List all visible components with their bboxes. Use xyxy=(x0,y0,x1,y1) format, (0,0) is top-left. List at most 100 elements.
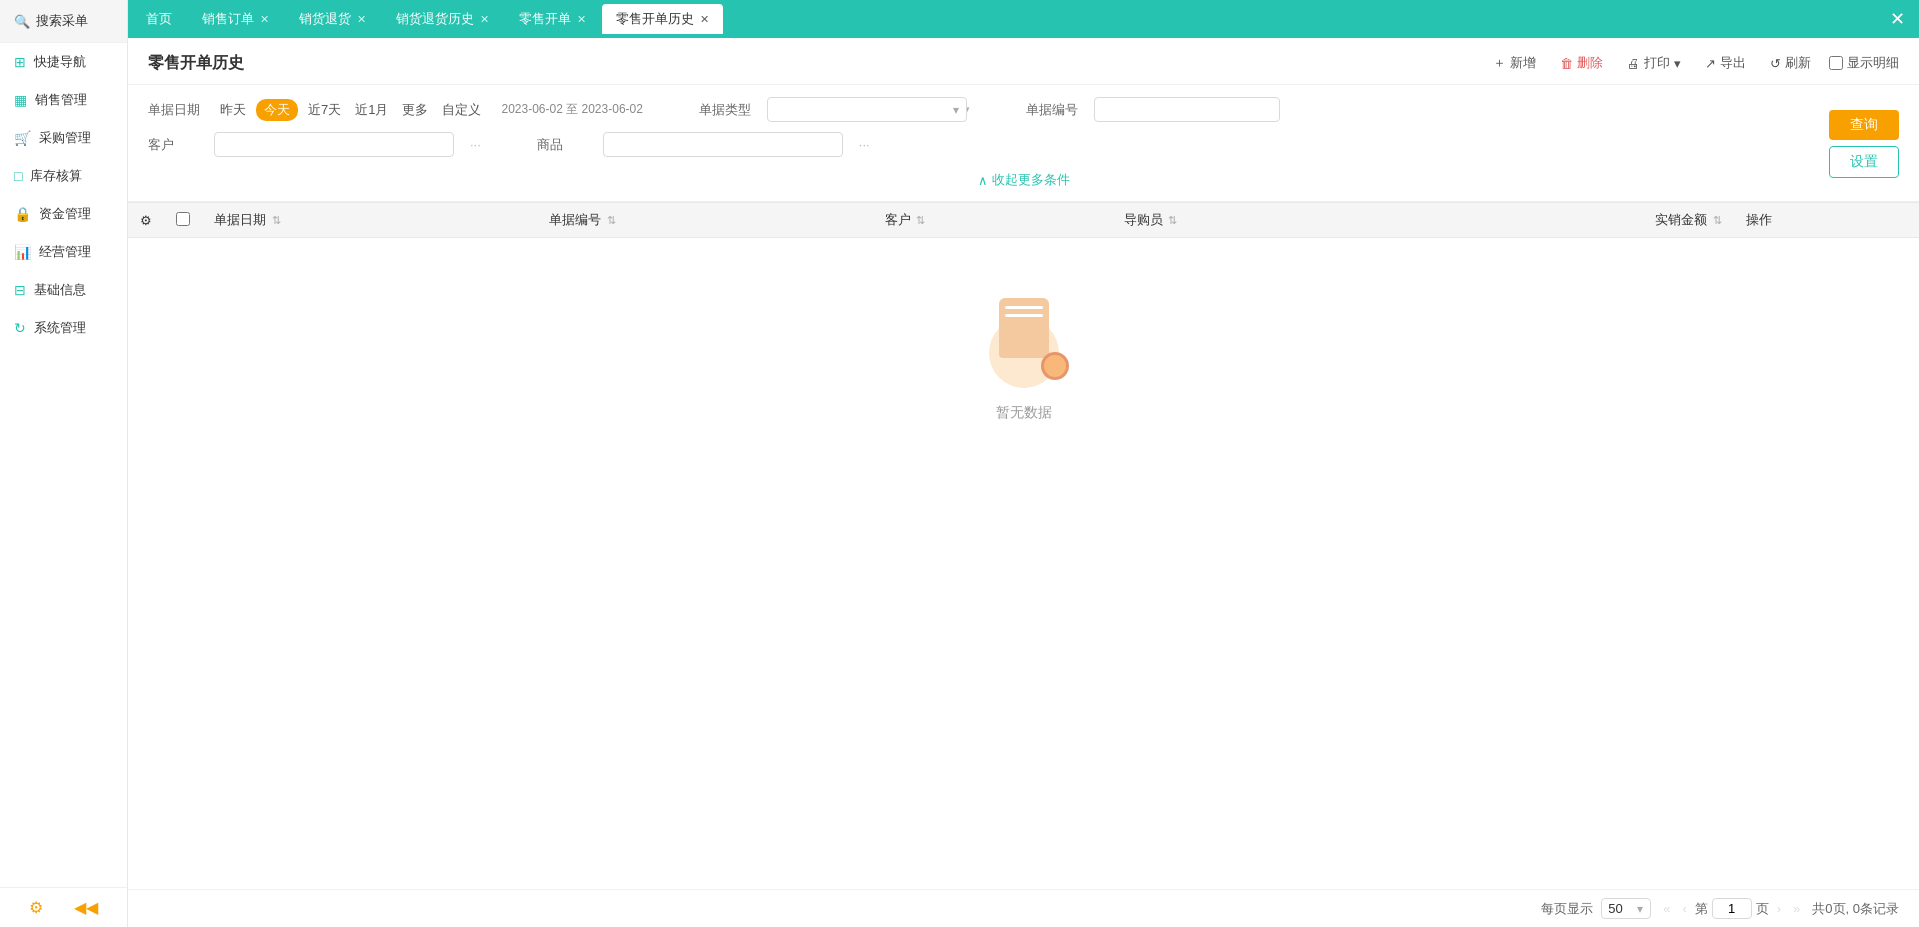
date-range-display: 2023-06-02 至 2023-06-02 xyxy=(501,101,642,118)
col-customer: 客户 ⇅ xyxy=(873,203,1112,238)
sidebar-item-label: 销售管理 xyxy=(35,91,87,109)
prev-page-button[interactable]: ‹ xyxy=(1678,899,1690,918)
operations-icon: 📊 xyxy=(14,244,31,260)
date-btn-custom[interactable]: 自定义 xyxy=(438,99,485,121)
sidebar-item-finance[interactable]: 🔒 资金管理 xyxy=(0,195,127,233)
goods-dots-btn[interactable]: ··· xyxy=(859,137,870,152)
page-suffix: 页 xyxy=(1756,900,1769,918)
tab-retail-open-history-close[interactable]: ✕ xyxy=(700,13,709,26)
type-select[interactable] xyxy=(767,97,967,122)
empty-state: 暂无数据 xyxy=(128,238,1919,482)
col-date: 单据日期 ⇅ xyxy=(202,203,537,238)
quick-nav-icon: ⊞ xyxy=(14,54,26,70)
sidebar-item-label: 快捷导航 xyxy=(34,53,86,71)
inventory-icon: □ xyxy=(14,168,22,184)
date-btn-today[interactable]: 今天 xyxy=(256,99,298,121)
date-btn-yesterday[interactable]: 昨天 xyxy=(216,99,250,121)
add-button[interactable]: ＋ 新增 xyxy=(1487,50,1542,76)
tab-sales-return-history-label: 销货退货历史 xyxy=(396,10,474,28)
collapse-filter-btn[interactable]: ∧ 收起更多条件 xyxy=(978,171,1070,189)
tab-sales-return-close[interactable]: ✕ xyxy=(357,13,366,26)
total-info: 共0页, 0条记录 xyxy=(1812,900,1899,918)
sidebar-item-quick-nav[interactable]: ⊞ 快捷导航 xyxy=(0,43,127,81)
tab-retail-open[interactable]: 零售开单 ✕ xyxy=(505,4,600,34)
tab-retail-open-history[interactable]: 零售开单历史 ✕ xyxy=(602,4,723,34)
sidebar-search-btn[interactable]: 🔍 搜索采单 xyxy=(0,0,127,43)
tab-bar: 首页 销售订单 ✕ 销货退货 ✕ 销货退货历史 ✕ 零售开单 ✕ 零售开单历史 … xyxy=(128,0,1919,38)
sidebar-bottom: ⚙ ◀◀ xyxy=(0,887,127,927)
action-buttons: 查询 设置 xyxy=(1829,110,1899,178)
sidebar-item-sales-mgmt[interactable]: ▦ 销售管理 xyxy=(0,81,127,119)
col-number-sort-icon[interactable]: ⇅ xyxy=(607,214,616,226)
sidebar-item-label: 系统管理 xyxy=(34,319,86,337)
tab-sales-order[interactable]: 销售订单 ✕ xyxy=(188,4,283,34)
collapse-sidebar-icon[interactable]: ◀◀ xyxy=(74,898,98,917)
sidebar-item-label: 采购管理 xyxy=(39,129,91,147)
tab-home[interactable]: 首页 xyxy=(132,4,186,34)
customer-dots-btn[interactable]: ··· xyxy=(470,137,481,152)
date-btn-7days[interactable]: 近7天 xyxy=(304,99,345,121)
sidebar-item-inventory[interactable]: □ 库存核算 xyxy=(0,157,127,195)
tab-sales-return-history[interactable]: 销货退货历史 ✕ xyxy=(382,4,503,34)
first-page-button[interactable]: « xyxy=(1659,899,1674,918)
empty-icon-document xyxy=(999,298,1049,358)
empty-icon-magnify xyxy=(1041,352,1069,380)
collapse-up-icon: ∧ xyxy=(978,173,988,188)
empty-text: 暂无数据 xyxy=(996,404,1052,422)
sidebar-item-purchase-mgmt[interactable]: 🛒 采购管理 xyxy=(0,119,127,157)
sales-icon: ▦ xyxy=(14,92,27,108)
display-label: 显示明细 xyxy=(1847,54,1899,72)
sidebar-item-label: 经营管理 xyxy=(39,243,91,261)
export-button[interactable]: ↗ 导出 xyxy=(1699,50,1752,76)
display-toggle[interactable]: 显示明细 xyxy=(1829,54,1899,72)
filter-area: 单据日期 昨天 今天 近7天 近1月 更多 自定义 2023-06-02 至 2… xyxy=(128,85,1919,202)
page-label: 第 xyxy=(1695,900,1708,918)
date-btn-1month[interactable]: 近1月 xyxy=(351,99,392,121)
window-close-button[interactable]: ✕ xyxy=(1880,8,1915,30)
tab-sales-return-history-close[interactable]: ✕ xyxy=(480,13,489,26)
tab-sales-order-close[interactable]: ✕ xyxy=(260,13,269,26)
select-all-checkbox[interactable] xyxy=(176,212,190,226)
tab-retail-open-close[interactable]: ✕ xyxy=(577,13,586,26)
sidebar-item-basic-info[interactable]: ⊟ 基础信息 xyxy=(0,271,127,309)
tab-sales-return[interactable]: 销货退货 ✕ xyxy=(285,4,380,34)
tab-sales-return-label: 销货退货 xyxy=(299,10,351,28)
col-guide-sort-icon[interactable]: ⇅ xyxy=(1168,214,1177,226)
refresh-button[interactable]: ↺ 刷新 xyxy=(1764,50,1817,76)
type-filter-label: 单据类型 xyxy=(699,101,751,119)
delete-button[interactable]: 🗑 删除 xyxy=(1554,50,1609,76)
refresh-icon: ↺ xyxy=(1770,56,1781,71)
next-page-button[interactable]: › xyxy=(1773,899,1785,918)
per-page-select[interactable]: 10 20 50 100 xyxy=(1601,898,1651,919)
refresh-label: 刷新 xyxy=(1785,54,1811,72)
settings-button[interactable]: 设置 xyxy=(1829,146,1899,178)
tab-home-label: 首页 xyxy=(146,10,172,28)
sidebar-item-system[interactable]: ↻ 系统管理 xyxy=(0,309,127,347)
table-checkbox-header xyxy=(164,203,202,238)
sidebar-item-operations[interactable]: 📊 经营管理 xyxy=(0,233,127,271)
col-amount-sort-icon[interactable]: ⇅ xyxy=(1713,214,1722,226)
system-icon: ↻ xyxy=(14,320,26,336)
customer-input[interactable] xyxy=(214,132,454,157)
last-page-button[interactable]: » xyxy=(1789,899,1804,918)
number-input[interactable] xyxy=(1094,97,1280,122)
col-date-sort-icon[interactable]: ⇅ xyxy=(272,214,281,226)
header-actions: ＋ 新增 🗑 删除 🖨 打印 ▾ ↗ 导出 ↺ 刷新 xyxy=(1487,50,1899,76)
goods-filter-label: 商品 xyxy=(537,136,587,154)
print-dropdown-icon: ▾ xyxy=(1674,56,1681,71)
settings-gear-icon[interactable]: ⚙ xyxy=(29,898,43,917)
number-filter-label: 单据编号 xyxy=(1026,101,1078,119)
export-icon: ↗ xyxy=(1705,56,1716,71)
delete-label: 删除 xyxy=(1577,54,1603,72)
date-btn-more[interactable]: 更多 xyxy=(398,99,432,121)
col-customer-sort-icon[interactable]: ⇅ xyxy=(916,214,925,226)
col-actions: 操作 xyxy=(1734,203,1919,238)
display-checkbox[interactable] xyxy=(1829,56,1843,70)
table-settings-icon[interactable]: ⚙ xyxy=(140,213,152,228)
query-button[interactable]: 查询 xyxy=(1829,110,1899,140)
goods-input[interactable] xyxy=(603,132,843,157)
col-date-label: 单据日期 xyxy=(214,212,266,227)
filter-row-1: 单据日期 昨天 今天 近7天 近1月 更多 自定义 2023-06-02 至 2… xyxy=(148,97,1899,122)
print-button[interactable]: 🖨 打印 ▾ xyxy=(1621,50,1687,76)
page-number-input[interactable] xyxy=(1712,898,1752,919)
